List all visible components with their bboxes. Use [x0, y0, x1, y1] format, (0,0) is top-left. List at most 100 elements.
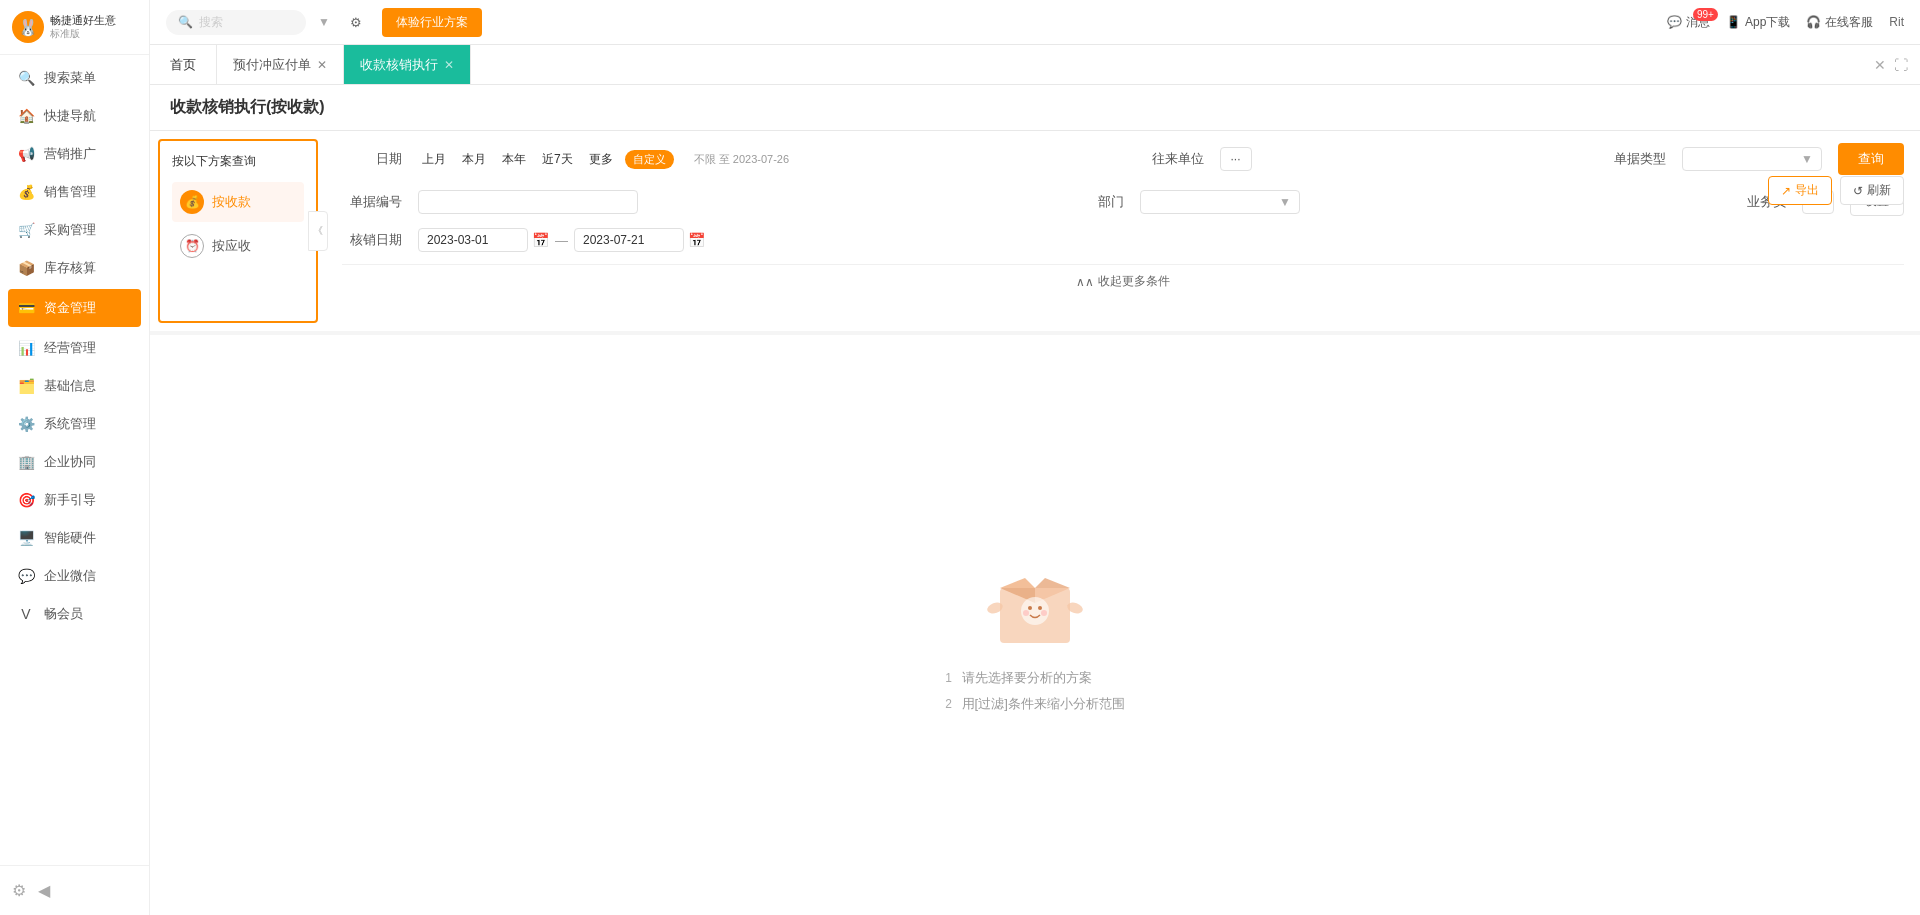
service-icon: 🎧	[1806, 15, 1821, 29]
sidebar-nav: 🔍 搜索菜单 🏠 快捷导航 📢 营销推广 💰 销售管理 🛒 采购管理 📦 库存核…	[0, 55, 149, 865]
date-this-year[interactable]: 本年	[498, 149, 530, 170]
date-last-month[interactable]: 上月	[418, 149, 450, 170]
sidebar-item-purchase[interactable]: 🛒 采购管理	[0, 211, 149, 249]
receivable-option-icon: ⏰	[180, 234, 204, 258]
sidebar-item-marketing[interactable]: 📢 营销推广	[0, 135, 149, 173]
receipt-option-icon: 💰	[180, 190, 204, 214]
export-button[interactable]: ↗ 导出	[1768, 176, 1832, 205]
filter-container: 按以下方案查询 💰 按收款 ⏰ 按应收 《 日期	[150, 131, 1920, 331]
logo-icon: 🐰	[12, 11, 44, 43]
svg-marker-4	[1035, 578, 1070, 588]
message-button[interactable]: 💬 消息 99+	[1667, 14, 1710, 31]
svg-marker-3	[1000, 578, 1035, 588]
sidebar-item-hardware[interactable]: 🖥️ 智能硬件	[0, 519, 149, 557]
sidebar-item-operation[interactable]: 📊 经营管理	[0, 329, 149, 367]
topbar-search[interactable]: 🔍 搜索	[166, 10, 306, 35]
sidebar-item-sales[interactable]: 💰 销售管理	[0, 173, 149, 211]
collapse-more-button[interactable]: ∧∧ 收起更多条件	[342, 264, 1904, 298]
topbar-right: 💬 消息 99+ 📱 App下载 🎧 在线客服 Rit	[1667, 14, 1904, 31]
guide-icon: 🎯	[16, 492, 36, 508]
collapse-panel-button[interactable]: 《	[308, 211, 328, 251]
calendar-end-icon[interactable]: 📅	[688, 232, 705, 248]
refresh-icon: ↺	[1853, 184, 1863, 198]
topbar-left: 🔍 搜索 ▼ ⚙ 体验行业方案	[166, 8, 1651, 37]
tab-home[interactable]: 首页	[150, 45, 217, 84]
logo-text: 畅捷通好生意 标准版	[50, 13, 116, 41]
app-icon: 📱	[1726, 15, 1741, 29]
date-this-month[interactable]: 本月	[458, 149, 490, 170]
collapse-sidebar-icon[interactable]: ◀	[38, 881, 50, 900]
svg-point-8	[1023, 610, 1029, 616]
query-button[interactable]: 查询	[1838, 143, 1904, 175]
sidebar-item-member[interactable]: V 畅会员	[0, 595, 149, 633]
search-topbar-icon: 🔍	[178, 15, 193, 29]
verify-date-label: 核销日期	[342, 231, 402, 249]
topbar-dropdown[interactable]: ▼	[318, 15, 330, 29]
topbar: 🔍 搜索 ▼ ⚙ 体验行业方案 💬 消息 99+ 📱 App下载 🎧 在线客服	[150, 0, 1920, 45]
tab-close-prepay[interactable]: ✕	[317, 58, 327, 72]
counterpart-label: 往来单位	[1144, 150, 1204, 168]
date-7days[interactable]: 近7天	[538, 149, 577, 170]
tab-close-receipt[interactable]: ✕	[444, 58, 454, 72]
date-more[interactable]: 更多	[585, 149, 617, 170]
date-range: 📅 — 📅	[418, 228, 705, 252]
finance-icon: 💳	[16, 300, 36, 316]
sidebar: 🐰 畅捷通好生意 标准版 🔍 搜索菜单 🏠 快捷导航 📢 营销推广 💰 销售管理…	[0, 0, 150, 915]
sidebar-item-company[interactable]: 🏢 企业协同	[0, 443, 149, 481]
content-area: ↗ 导出 ↺ 刷新 收款核销执行(按收款) 按以下方案查询 💰 按收款	[150, 85, 1920, 915]
tabbar-actions: ✕ ⛶	[1862, 45, 1920, 84]
verify-date-start-input[interactable]	[418, 228, 528, 252]
date-range-dash: —	[555, 233, 568, 248]
query-panel: 按以下方案查询 💰 按收款 ⏰ 按应收 《	[158, 139, 318, 323]
refresh-button[interactable]: ↺ 刷新	[1840, 176, 1904, 205]
order-type-select[interactable]: ▼	[1682, 147, 1822, 171]
order-no-input[interactable]	[418, 190, 638, 214]
date-label: 日期	[342, 150, 402, 168]
filter-row-1: 日期 上月 本月 本年 近7天 更多 自定义 不限 至 2023-07-26 往…	[342, 143, 1904, 175]
sidebar-item-quick[interactable]: 🏠 快捷导航	[0, 97, 149, 135]
export-icon: ↗	[1781, 184, 1791, 198]
hardware-icon: 🖥️	[16, 530, 36, 546]
sidebar-item-guide[interactable]: 🎯 新手引导	[0, 481, 149, 519]
sidebar-item-wechat[interactable]: 💬 企业微信	[0, 557, 149, 595]
expand-tab-icon[interactable]: ⛶	[1894, 57, 1908, 73]
svg-point-9	[1041, 610, 1047, 616]
solution-button[interactable]: 体验行业方案	[382, 8, 482, 37]
operation-icon: 📊	[16, 340, 36, 356]
page-title: 收款核销执行(按收款)	[170, 97, 1900, 130]
tab-prepay[interactable]: 预付冲应付单 ✕	[217, 45, 344, 84]
page-actions: ↗ 导出 ↺ 刷新	[1768, 176, 1904, 205]
sidebar-item-search[interactable]: 🔍 搜索菜单	[0, 59, 149, 97]
verify-date-end-input[interactable]	[574, 228, 684, 252]
system-icon: ⚙️	[16, 416, 36, 432]
user-info[interactable]: Rit	[1889, 15, 1904, 29]
order-type-chevron: ▼	[1801, 152, 1813, 166]
gear-button[interactable]: ⚙	[342, 8, 370, 36]
filter-dates: 上月 本月 本年 近7天 更多 自定义	[418, 149, 674, 170]
sidebar-item-system[interactable]: ⚙️ 系统管理	[0, 405, 149, 443]
filter-row-3: 核销日期 📅 — 📅	[342, 228, 1904, 252]
empty-tip-2: 2 用[过滤]条件来缩小分析范围	[945, 691, 1125, 717]
query-option-by-receivable[interactable]: ⏰ 按应收	[172, 226, 304, 266]
date-custom-tag[interactable]: 自定义	[625, 150, 674, 169]
company-icon: 🏢	[16, 454, 36, 470]
online-service-button[interactable]: 🎧 在线客服	[1806, 14, 1873, 31]
query-option-by-receipt[interactable]: 💰 按收款	[172, 182, 304, 222]
sidebar-item-basic[interactable]: 🗂️ 基础信息	[0, 367, 149, 405]
tabbar: 首页 预付冲应付单 ✕ 收款核销执行 ✕ ✕ ⛶	[150, 45, 1920, 85]
filter-section: 收款核销执行(按收款) 按以下方案查询 💰 按收款 ⏰ 按应收 《	[150, 85, 1920, 331]
close-tab-icon[interactable]: ✕	[1874, 57, 1886, 73]
department-select[interactable]: ▼	[1140, 190, 1300, 214]
counterpart-input[interactable]: ···	[1220, 147, 1252, 171]
marketing-icon: 📢	[16, 146, 36, 162]
verify-date-start-group: 📅	[418, 228, 549, 252]
page-header: 收款核销执行(按收款)	[150, 85, 1920, 131]
empty-illustration	[970, 533, 1100, 653]
sidebar-item-inventory[interactable]: 📦 库存核算	[0, 249, 149, 287]
department-label: 部门	[1064, 193, 1124, 211]
settings-icon[interactable]: ⚙	[12, 881, 26, 900]
calendar-start-icon[interactable]: 📅	[532, 232, 549, 248]
app-download-button[interactable]: 📱 App下载	[1726, 14, 1790, 31]
tab-receipt[interactable]: 收款核销执行 ✕	[344, 45, 471, 84]
sidebar-item-finance[interactable]: 💳 资金管理	[8, 289, 141, 327]
